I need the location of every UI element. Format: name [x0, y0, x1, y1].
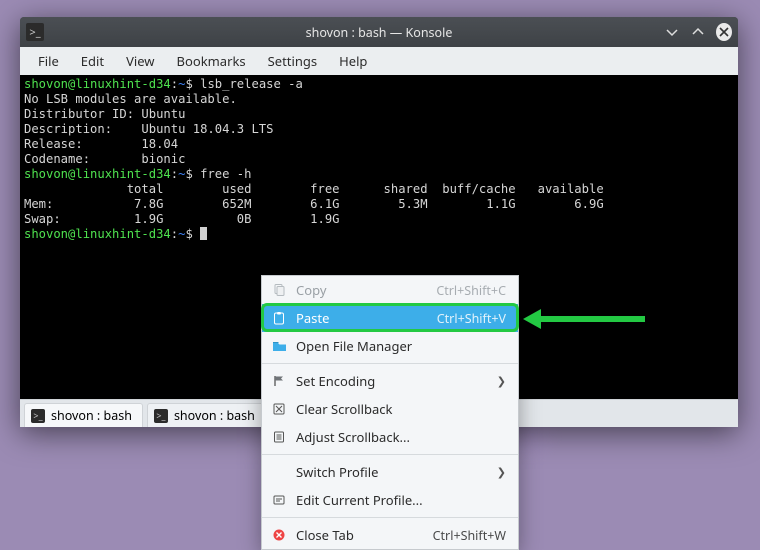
out-code: Codename: bionic: [24, 152, 185, 166]
ctx-clear-scrollback[interactable]: Clear Scrollback: [262, 395, 518, 423]
chevron-right-icon: ❯: [497, 465, 506, 480]
ctx-separator: [262, 517, 518, 518]
close-icon: [716, 23, 732, 41]
prompt-user: shovon@linuxhint-d34: [24, 77, 171, 91]
ctx-set-encoding[interactable]: Set Encoding ❯: [262, 367, 518, 395]
out-hdr: total used free shared buff/cache availa…: [24, 182, 604, 196]
out-mem: Mem: 7.8G 652M 6.1G 5.3M 1.1G 6.9G: [24, 197, 604, 211]
cmd-free: free -h: [200, 167, 251, 181]
prompt-user-3: shovon@linuxhint-d34: [24, 227, 171, 241]
ctx-separator: [262, 363, 518, 364]
tab-label: shovon : bash: [51, 407, 132, 424]
edit-icon: [270, 493, 288, 507]
maximize-button[interactable]: [690, 24, 706, 40]
ctx-open-file-manager[interactable]: Open File Manager: [262, 332, 518, 360]
cmd-lsb: lsb_release -a: [200, 77, 303, 91]
tab-2[interactable]: >_ shovon : bash: [147, 403, 266, 427]
context-menu: Copy Ctrl+Shift+C Paste Ctrl+Shift+V Ope…: [261, 275, 519, 550]
menu-view[interactable]: View: [116, 49, 164, 73]
clear-icon: [270, 402, 288, 416]
ctx-switch-profile[interactable]: Switch Profile ❯: [262, 458, 518, 486]
ctx-editprof-label: Edit Current Profile...: [296, 491, 506, 509]
ctx-copy-label: Copy: [296, 281, 428, 299]
ctx-separator: [262, 454, 518, 455]
copy-icon: [270, 283, 288, 297]
ctx-adjust-scrollback[interactable]: Adjust Scrollback...: [262, 423, 518, 451]
ctx-closetab-shortcut: Ctrl+Shift+W: [433, 527, 506, 544]
paste-icon: [270, 311, 288, 325]
menubar: File Edit View Bookmarks Settings Help: [20, 47, 738, 75]
ctx-copy: Copy Ctrl+Shift+C: [262, 276, 518, 304]
ctx-paste-shortcut: Ctrl+Shift+V: [437, 310, 506, 327]
ctx-copy-shortcut: Ctrl+Shift+C: [436, 282, 506, 299]
prompt-end: $: [185, 77, 192, 91]
ctx-setenc-label: Set Encoding: [296, 372, 489, 390]
chevron-right-icon: ❯: [497, 374, 506, 389]
out-rel: Release: 18.04: [24, 137, 178, 151]
menu-help[interactable]: Help: [329, 49, 377, 73]
minimize-button[interactable]: [664, 24, 680, 40]
ctx-adjustsb-label: Adjust Scrollback...: [296, 428, 506, 446]
close-button[interactable]: [716, 24, 732, 40]
out-swp: Swap: 1.9G 0B 1.9G: [24, 212, 340, 226]
out-desc: Description: Ubuntu 18.04.3 LTS: [24, 122, 273, 136]
ctx-edit-profile[interactable]: Edit Current Profile...: [262, 486, 518, 514]
tab-1[interactable]: >_ shovon : bash: [24, 403, 143, 427]
ctx-openfm-label: Open File Manager: [296, 337, 506, 355]
ctx-closetab-label: Close Tab: [296, 526, 425, 544]
terminal-cursor: [200, 227, 207, 240]
prompt-sep: :: [171, 77, 178, 91]
ctx-paste-label: Paste: [296, 309, 429, 327]
tab-label: shovon : bash: [174, 407, 255, 424]
terminal-icon: >_: [31, 409, 45, 423]
prompt-user-2: shovon@linuxhint-d34: [24, 167, 171, 181]
menu-edit[interactable]: Edit: [71, 49, 114, 73]
ctx-close-tab[interactable]: Close Tab Ctrl+Shift+W: [262, 521, 518, 549]
ctx-clearsb-label: Clear Scrollback: [296, 400, 506, 418]
titlebar: >_ shovon : bash — Konsole: [20, 17, 738, 47]
ctx-paste[interactable]: Paste Ctrl+Shift+V: [262, 304, 518, 332]
terminal-icon: >_: [154, 409, 168, 423]
app-icon: >_: [26, 23, 44, 41]
ctx-switchprof-label: Switch Profile: [296, 463, 489, 481]
folder-icon: [270, 339, 288, 353]
out-dist: Distributor ID: Ubuntu: [24, 107, 185, 121]
close-icon: [270, 528, 288, 542]
window-title: shovon : bash — Konsole: [20, 24, 738, 41]
menu-file[interactable]: File: [28, 49, 69, 73]
window-controls: [664, 24, 732, 40]
flag-icon: [270, 374, 288, 388]
menu-bookmarks[interactable]: Bookmarks: [167, 49, 256, 73]
out-nolsb: No LSB modules are available.: [24, 92, 237, 106]
scrollback-icon: [270, 430, 288, 444]
menu-settings[interactable]: Settings: [258, 49, 327, 73]
